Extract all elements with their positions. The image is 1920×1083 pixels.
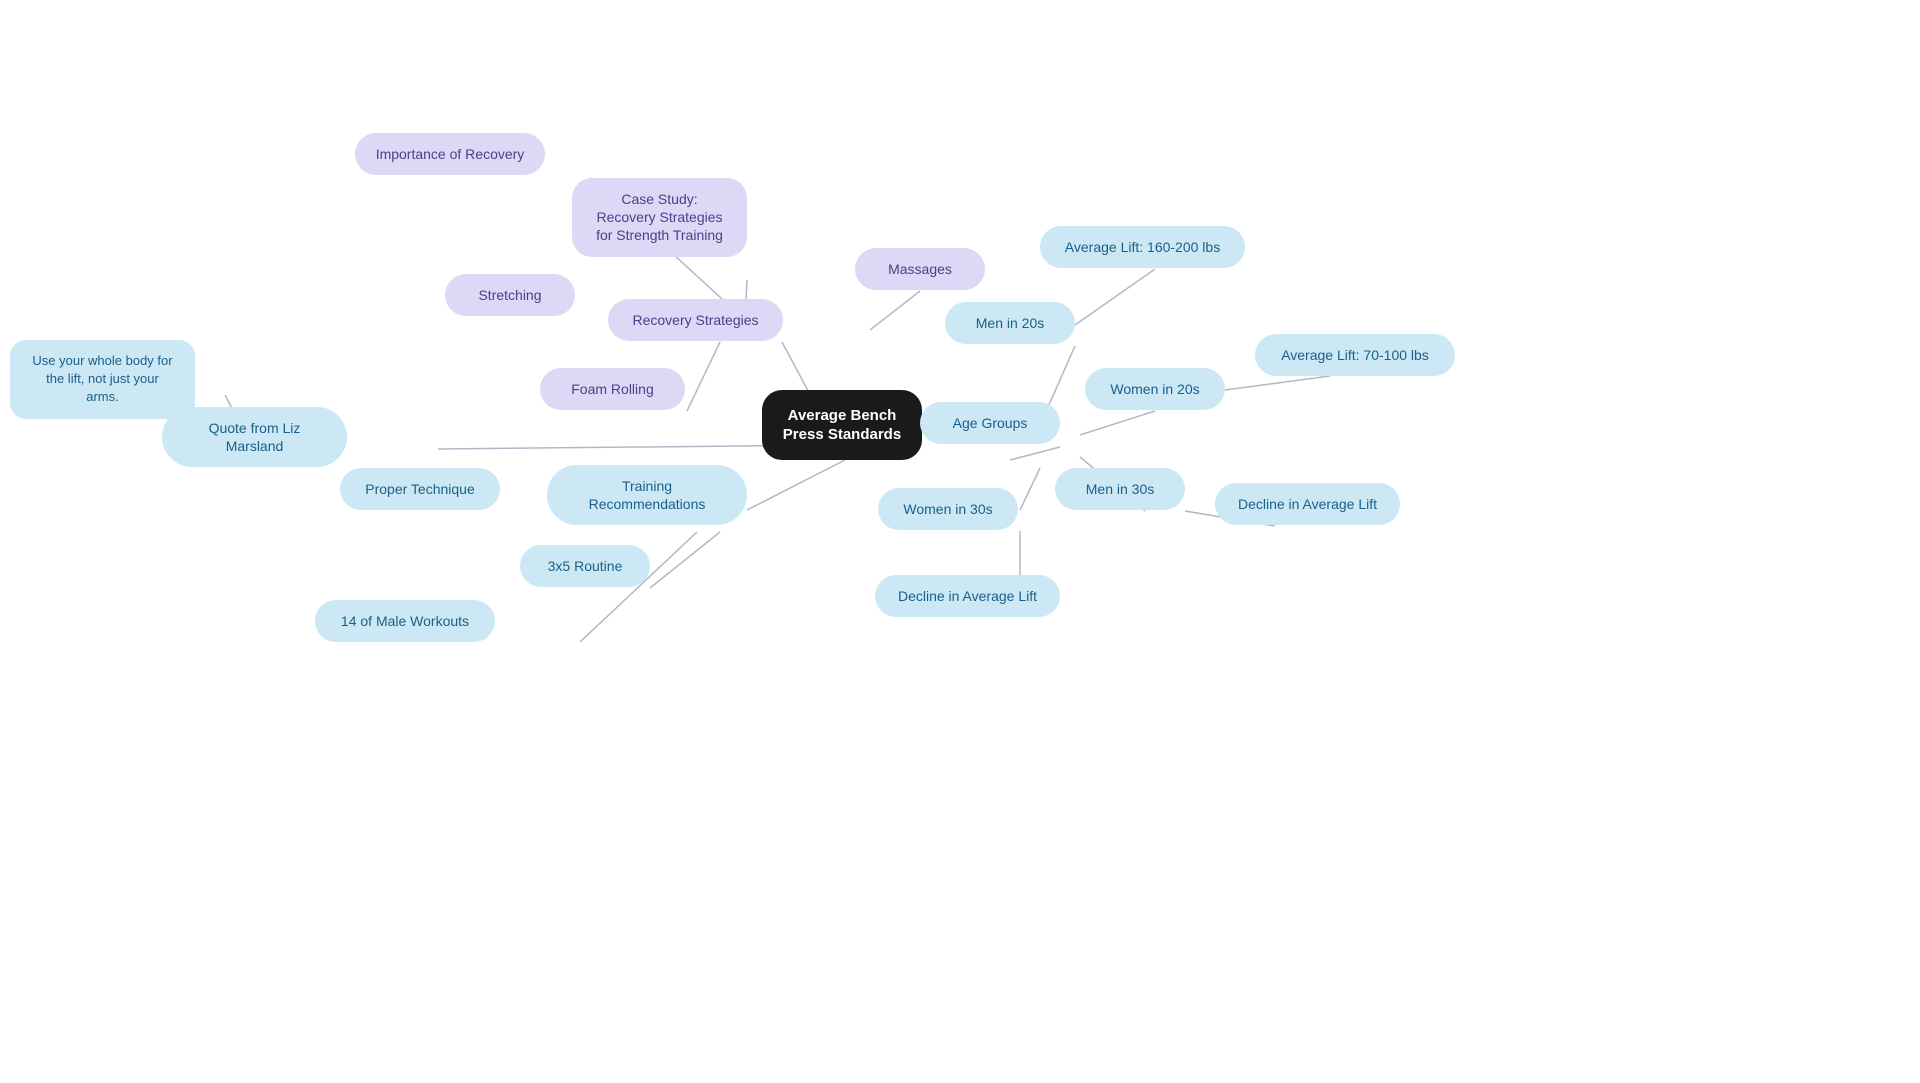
importance-of-recovery-node[interactable]: Importance of Recovery bbox=[355, 133, 545, 175]
men-in-20s-node[interactable]: Men in 20s bbox=[945, 302, 1075, 344]
avg-lift-160-200-node[interactable]: Average Lift: 160-200 lbs bbox=[1040, 226, 1245, 268]
use-whole-body-node: Use your whole body for the lift, not ju… bbox=[10, 340, 195, 419]
stretching-node[interactable]: Stretching bbox=[445, 274, 575, 316]
age-groups-node[interactable]: Age Groups bbox=[920, 402, 1060, 444]
decline-men-30s-node[interactable]: Decline in Average Lift bbox=[1215, 483, 1400, 525]
training-recommendations-node[interactable]: Training Recommendations bbox=[547, 465, 747, 525]
male-workouts-node[interactable]: 14 of Male Workouts bbox=[315, 600, 495, 642]
women-in-20s-node[interactable]: Women in 20s bbox=[1085, 368, 1225, 410]
foam-rolling-node[interactable]: Foam Rolling bbox=[540, 368, 685, 410]
quote-from-liz-node[interactable]: Quote from Liz Marsland bbox=[162, 407, 347, 467]
proper-technique-node[interactable]: Proper Technique bbox=[340, 468, 500, 510]
case-study-node[interactable]: Case Study: Recovery Strategies for Stre… bbox=[572, 178, 747, 257]
avg-lift-70-100-node[interactable]: Average Lift: 70-100 lbs bbox=[1255, 334, 1455, 376]
massages-node[interactable]: Massages bbox=[855, 248, 985, 290]
decline-women-30s-node[interactable]: Decline in Average Lift bbox=[875, 575, 1060, 617]
center-node[interactable]: Average Bench Press Standards bbox=[762, 390, 922, 460]
recovery-strategies-node[interactable]: Recovery Strategies bbox=[608, 299, 783, 341]
men-in-30s-node[interactable]: Men in 30s bbox=[1055, 468, 1185, 510]
women-in-30s-node[interactable]: Women in 30s bbox=[878, 488, 1018, 530]
mind-map-connections bbox=[0, 0, 1920, 1083]
routine-3x5-node[interactable]: 3x5 Routine bbox=[520, 545, 650, 587]
